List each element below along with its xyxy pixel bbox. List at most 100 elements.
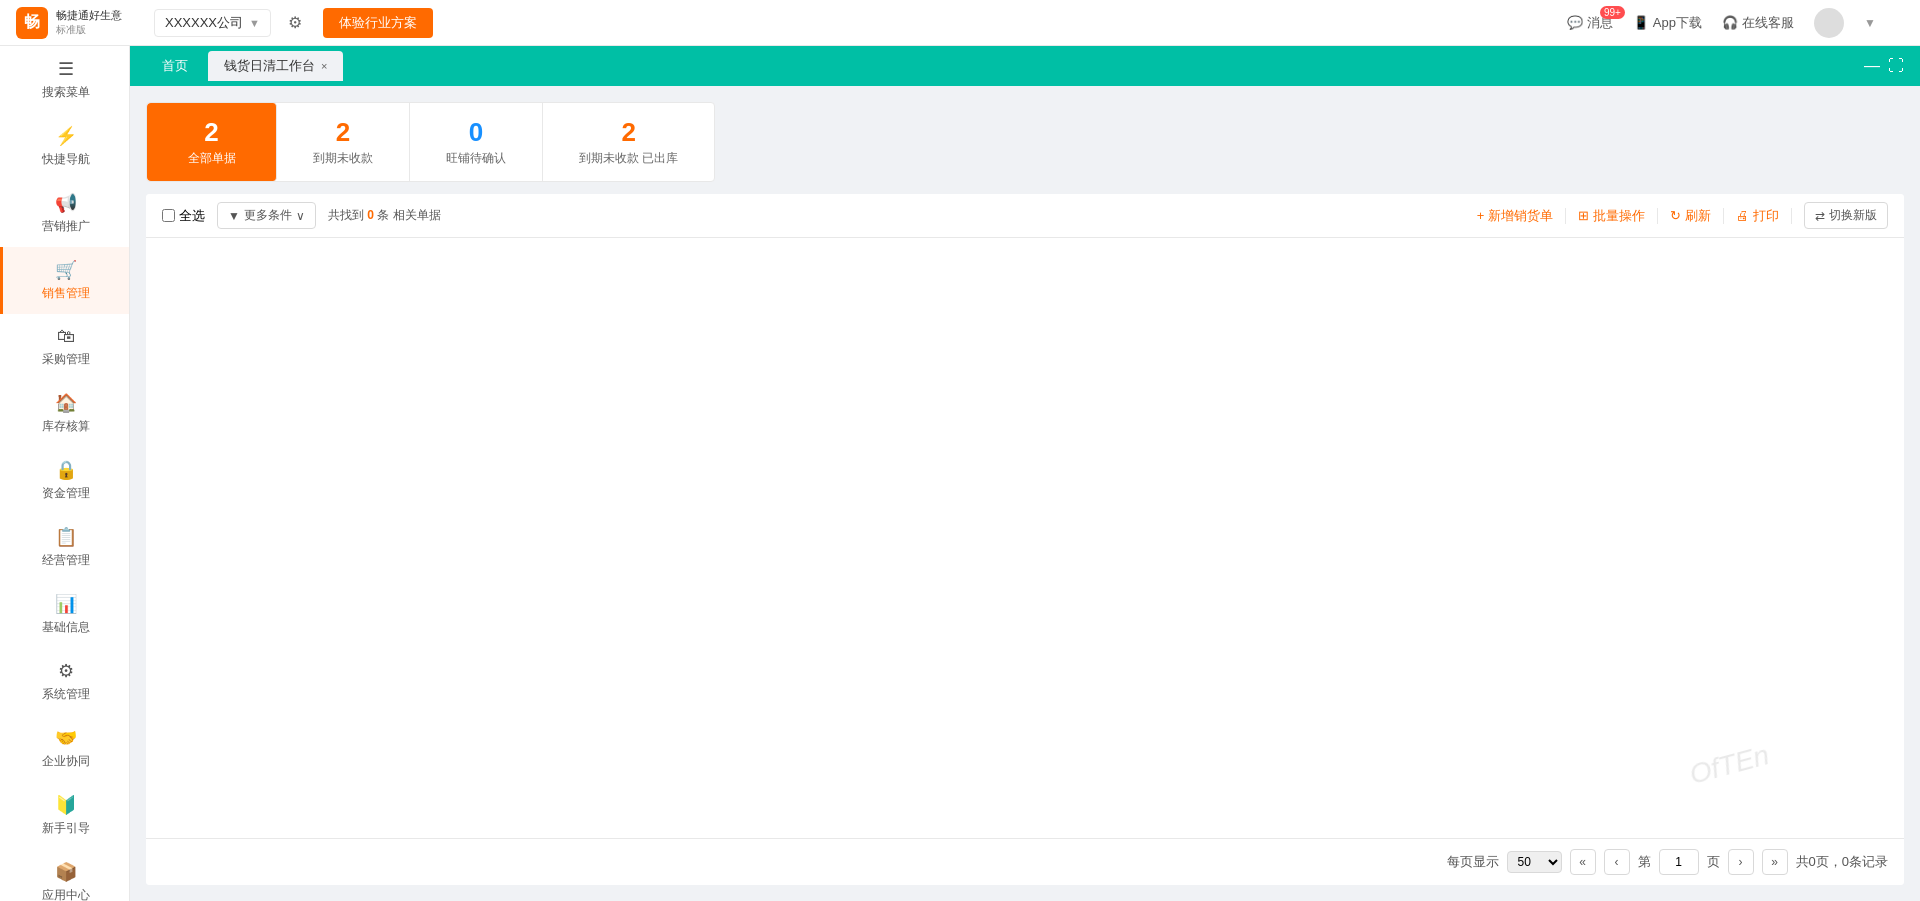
select-all-label[interactable]: 全选 [162, 207, 205, 225]
sidebar-item-quick-nav[interactable]: ⚡ 快捷导航 [0, 113, 129, 180]
sidebar-label-sales: 销售管理 [42, 285, 90, 302]
select-all-checkbox[interactable] [162, 209, 175, 222]
card-overdue-unpaid[interactable]: 2 到期未收款 [277, 103, 410, 181]
trial-button[interactable]: 体验行业方案 [323, 8, 433, 38]
summary-cards: 2 全部单据 2 到期未收款 0 旺铺待确认 2 到期未收款 已出库 [146, 102, 715, 182]
found-count: 0 [367, 208, 374, 222]
sidebar-label-finance: 资金管理 [42, 485, 90, 502]
message-button[interactable]: 💬 消息 99+ [1567, 14, 1613, 32]
last-page-button[interactable]: » [1762, 849, 1788, 875]
page-size-select[interactable]: 50 10 20 100 [1507, 851, 1562, 873]
batch-icon: ⊞ [1578, 208, 1589, 223]
online-service-icon: 🎧 [1722, 15, 1738, 30]
first-page-icon: « [1579, 855, 1586, 869]
switch-label: 切换新版 [1829, 207, 1877, 224]
sidebar-label-inventory: 库存核算 [42, 418, 90, 435]
prev-page-icon: ‹ [1615, 855, 1619, 869]
last-page-icon: » [1771, 855, 1778, 869]
sidebar-label-search-menu: 搜索菜单 [42, 84, 90, 101]
tab-close-icon[interactable]: × [321, 60, 327, 72]
prev-page-button[interactable]: ‹ [1604, 849, 1630, 875]
settings-button[interactable]: ⚙ [279, 7, 311, 39]
next-page-icon: › [1739, 855, 1743, 869]
sidebar-label-system: 系统管理 [42, 686, 90, 703]
logo-badge: 标准版 [56, 23, 122, 37]
user-name: ▼ [1864, 8, 1904, 38]
sidebar-item-finance[interactable]: 🔒 资金管理 [0, 447, 129, 514]
sidebar-item-guide[interactable]: 🔰 新手引导 [0, 782, 129, 849]
app-download-icon: 📱 [1633, 15, 1649, 30]
message-badge: 99+ [1600, 6, 1625, 19]
base-icon: 📊 [55, 593, 77, 615]
toolbar-left: 全选 ▼ 更多条件 ∨ 共找到 0 条 相关单据 [162, 202, 1465, 229]
print-button[interactable]: 🖨 打印 [1736, 207, 1779, 225]
tab-maximize-button[interactable]: ⛶ [1888, 57, 1904, 75]
sidebar-item-marketing[interactable]: 📢 营销推广 [0, 180, 129, 247]
company-selector[interactable]: XXXXXX公司 ▼ [154, 9, 271, 37]
sidebar-item-base[interactable]: 📊 基础信息 [0, 581, 129, 648]
filter-label: 更多条件 [244, 207, 292, 224]
purchase-icon: 🛍 [57, 326, 75, 347]
select-all-text: 全选 [179, 207, 205, 225]
message-icon: 💬 [1567, 15, 1583, 30]
toolbar: 全选 ▼ 更多条件 ∨ 共找到 0 条 相关单据 [146, 194, 1904, 238]
switch-icon: ⇄ [1815, 209, 1825, 223]
ops-icon: 📋 [55, 526, 77, 548]
card-all-count: 2 [183, 117, 240, 148]
sidebar-item-inventory[interactable]: 🏠 库存核算 [0, 380, 129, 447]
filter-button[interactable]: ▼ 更多条件 ∨ [217, 202, 316, 229]
sidebar-item-sales[interactable]: 🛒 销售管理 [0, 247, 129, 314]
inventory-icon: 🏠 [55, 392, 77, 414]
add-order-button[interactable]: + 新增销货单 [1477, 207, 1553, 225]
card-all-label: 全部单据 [183, 150, 240, 167]
card-pending-confirm-count: 0 [446, 117, 506, 148]
switch-version-button[interactable]: ⇄ 切换新版 [1804, 202, 1888, 229]
online-service-label: 在线客服 [1742, 14, 1794, 32]
batch-label: 批量操作 [1593, 207, 1645, 225]
tab-minimize-button[interactable]: — [1864, 57, 1880, 75]
quick-nav-icon: ⚡ [55, 125, 77, 147]
company-name: XXXXXX公司 [165, 14, 243, 32]
appcenter-icon: 📦 [55, 861, 77, 883]
next-page-button[interactable]: › [1728, 849, 1754, 875]
card-all[interactable]: 2 全部单据 [147, 103, 277, 181]
card-overdue-unpaid-count: 2 [313, 117, 373, 148]
sidebar-label-appcenter: 应用中心 [42, 887, 90, 901]
sidebar-item-ops[interactable]: 📋 经营管理 [0, 514, 129, 581]
sidebar-label-base: 基础信息 [42, 619, 90, 636]
filter-icon: ▼ [228, 209, 240, 223]
card-overdue-unpaid-label: 到期未收款 [313, 150, 373, 167]
total-info: 共0页，0条记录 [1796, 853, 1888, 871]
batch-operation-button[interactable]: ⊞ 批量操作 [1578, 207, 1645, 225]
logo-icon: 畅 [16, 7, 48, 39]
page-size-label: 每页显示 [1447, 853, 1499, 871]
card-pending-confirm-label: 旺铺待确认 [446, 150, 506, 167]
sidebar-label-purchase: 采购管理 [42, 351, 90, 368]
add-order-label: + 新增销货单 [1477, 207, 1553, 225]
print-icon: 🖨 [1736, 208, 1749, 223]
sidebar-item-corp[interactable]: 🤝 企业协同 [0, 715, 129, 782]
sidebar-item-system[interactable]: ⚙ 系统管理 [0, 648, 129, 715]
logo-area: 畅 畅捷通好生意 标准版 [16, 7, 146, 39]
page-input[interactable] [1659, 849, 1699, 875]
sidebar-item-purchase[interactable]: 🛍 采购管理 [0, 314, 129, 380]
toolbar-divider-1 [1565, 208, 1566, 224]
tab-home[interactable]: 首页 [146, 51, 204, 81]
online-service-button[interactable]: 🎧 在线客服 [1722, 14, 1794, 32]
tab-bar: 首页 钱货日清工作台 × — ⛶ [130, 46, 1920, 86]
app-download-label: App下载 [1653, 14, 1702, 32]
refresh-button[interactable]: ↻ 刷新 [1670, 207, 1711, 225]
sidebar-item-search-menu[interactable]: ☰ 搜索菜单 [0, 46, 129, 113]
filter-arrow-icon: ∨ [296, 209, 305, 223]
main-card: 全选 ▼ 更多条件 ∨ 共找到 0 条 相关单据 [146, 194, 1904, 885]
avatar[interactable] [1814, 8, 1844, 38]
tab-workbench[interactable]: 钱货日清工作台 × [208, 51, 343, 81]
sidebar: ☰ 搜索菜单 ⚡ 快捷导航 📢 营销推广 🛒 销售管理 🛍 采购管理 🏠 库存核… [0, 46, 130, 901]
sidebar-item-appcenter[interactable]: 📦 应用中心 [0, 849, 129, 901]
card-pending-confirm[interactable]: 0 旺铺待确认 [410, 103, 543, 181]
card-overdue-unshipped[interactable]: 2 到期未收款 已出库 [543, 103, 714, 181]
first-page-button[interactable]: « [1570, 849, 1596, 875]
system-icon: ⚙ [58, 660, 74, 682]
app-download-button[interactable]: 📱 App下载 [1633, 14, 1702, 32]
tab-workbench-label: 钱货日清工作台 [224, 57, 315, 75]
